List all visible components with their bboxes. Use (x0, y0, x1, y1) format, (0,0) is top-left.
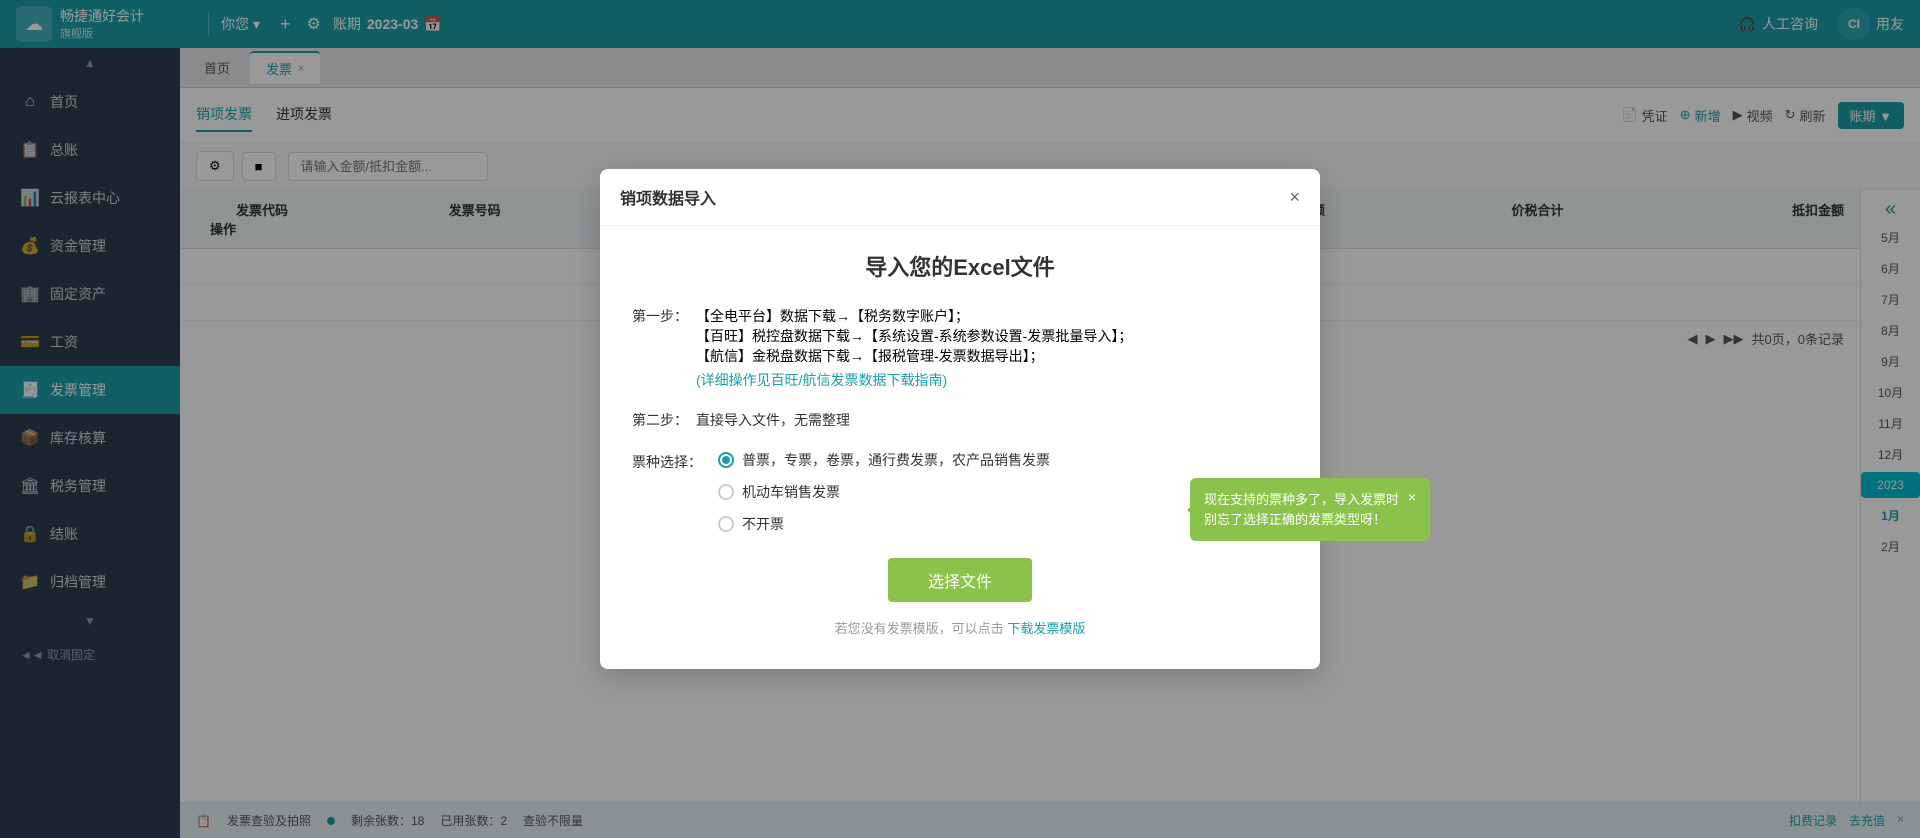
ticket-label: 票种选择： (632, 450, 702, 472)
tooltip-text: 现在支持的票种多了，导入发票时别忘了选择正确的发票类型呀！ (1204, 492, 1399, 527)
import-modal: 销项数据导入 × 导入您的Excel文件 第一步： 【全电平台】数据下载→【税务… (600, 169, 1320, 669)
radio-motor[interactable]: 机动车销售发票 (718, 482, 1050, 502)
step2-text: 直接导入文件，无需整理 (696, 410, 850, 430)
ticket-radio-group: 普票，专票，卷票，通行费发票，农产品销售发票 机动车销售发票 不开票 (710, 450, 1050, 534)
modal-title: 销项数据导入 (620, 185, 716, 209)
ticket-section: 票种选择： 普票，专票，卷票，通行费发票，农产品销售发票 机动车销售 (632, 450, 1288, 534)
radio-motor-circle (718, 484, 734, 500)
modal-body: 导入您的Excel文件 第一步： 【全电平台】数据下载→【税务数字账户】； 【百… (600, 226, 1320, 669)
footer-text: 若您没有发票模版，可以点击 (835, 621, 1004, 636)
select-file-btn[interactable]: 选择文件 (888, 558, 1032, 602)
radio-normal-dot (722, 456, 730, 464)
guide-link[interactable]: (详细操作见百旺/航信发票数据下载指南) (696, 372, 947, 388)
modal-header: 销项数据导入 × (600, 169, 1320, 226)
radio-normal[interactable]: 普票，专票，卷票，通行费发票，农产品销售发票 (718, 450, 1050, 470)
step1-content: 【全电平台】数据下载→【税务数字账户】； 【百旺】税控盘数据下载→【系统设置-系… (696, 306, 1132, 390)
radio-motor-label: 机动车销售发票 (742, 482, 840, 502)
step1-label: 第一步： (632, 306, 688, 390)
modal-step1: 第一步： 【全电平台】数据下载→【税务数字账户】； 【百旺】税控盘数据下载→【系… (632, 306, 1288, 390)
modal-close-btn[interactable]: × (1289, 188, 1300, 206)
modal-footer: 若您没有发票模版，可以点击 下载发票模版 (632, 618, 1288, 637)
radio-none[interactable]: 不开票 (718, 514, 1050, 534)
tooltip-close-btn[interactable]: × (1408, 490, 1416, 504)
modal-step2: 第二步： 直接导入文件，无需整理 (632, 410, 1288, 430)
modal-main-title: 导入您的Excel文件 (632, 250, 1288, 282)
radio-none-circle (718, 516, 734, 532)
radio-normal-label: 普票，专票，卷票，通行费发票，农产品销售发票 (742, 450, 1050, 470)
radio-normal-circle (718, 452, 734, 468)
radio-none-label: 不开票 (742, 514, 784, 534)
step2-label: 第二步： (632, 410, 688, 430)
tooltip-bubble: × 现在支持的票种多了，导入发票时别忘了选择正确的发票类型呀！ (1190, 478, 1430, 541)
modal-btn-row: 选择文件 (632, 558, 1288, 602)
modal-overlay: 销项数据导入 × 导入您的Excel文件 第一步： 【全电平台】数据下载→【税务… (0, 0, 1920, 838)
download-template-link[interactable]: 下载发票模版 (1007, 621, 1085, 636)
